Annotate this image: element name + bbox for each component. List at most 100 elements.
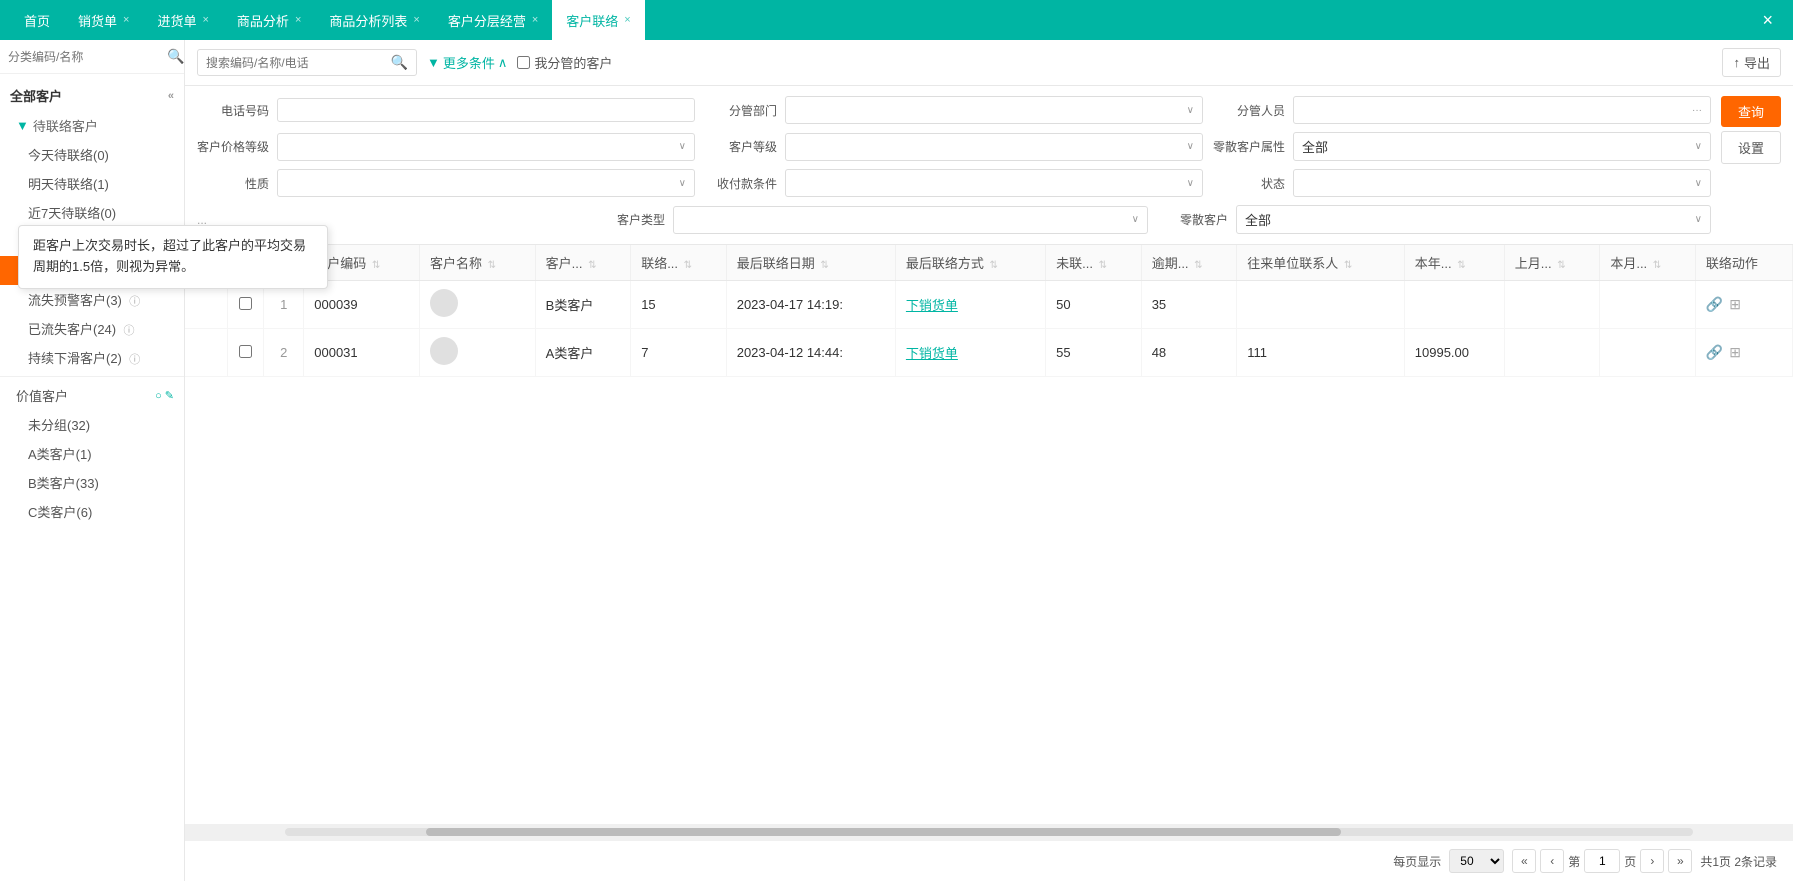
status-select[interactable]: ∨ <box>1293 169 1711 197</box>
zero-attr-select[interactable]: 全部∨ <box>1293 132 1711 161</box>
last-month-column-header[interactable]: 上月... ⇅ <box>1504 245 1600 281</box>
type-sort-icon: ⇅ <box>588 260 596 271</box>
table-row: 1 000039 B类客户 15 2023-04-17 14:19: 下销货单 <box>185 281 1793 329</box>
row1-grid-icon[interactable]: ⊞ <box>1729 296 1741 313</box>
dept-select[interactable]: ∨ <box>785 96 1203 124</box>
row2-link-icon[interactable]: 🔗 <box>1706 344 1723 361</box>
name-column-header[interactable]: 客户名称 ⇅ <box>419 245 535 281</box>
sidebar-item-7days[interactable]: 近7天待联络(0) <box>0 198 184 227</box>
last-contact-date-column-header[interactable]: 最后联络日期 ⇅ <box>726 245 895 281</box>
next-page-button[interactable]: › <box>1640 849 1664 873</box>
nav-product-analysis[interactable]: 商品分析 × <box>223 0 315 40</box>
row2-type: A类客户 <box>535 329 631 377</box>
close-customer-segment-icon[interactable]: × <box>532 14 538 26</box>
sidebar-item-ungroup[interactable]: 未分组(32) <box>0 410 184 439</box>
row1-method-link[interactable]: 下销货单 <box>906 298 958 313</box>
main-search-icon[interactable]: 🔍 <box>391 54 408 71</box>
sidebar-item-b-class[interactable]: B类客户(33) <box>0 468 184 497</box>
nav-customer-contact[interactable]: 客户联络 × <box>552 0 644 40</box>
row1-contact: 15 <box>631 281 727 329</box>
query-button[interactable]: 查询 <box>1721 96 1781 127</box>
row2-contact: 7 <box>631 329 727 377</box>
page-navigation: « ‹ 第 页 › » <box>1512 849 1692 873</box>
row2-num: 2 <box>264 329 304 377</box>
prev-page-button[interactable]: ‹ <box>1540 849 1564 873</box>
not-contact-sort-icon: ⇅ <box>1099 260 1107 271</box>
nav-product-list[interactable]: 商品分析列表 × <box>315 0 433 40</box>
last-date-sort-icon: ⇅ <box>820 260 828 271</box>
row2-method-link[interactable]: 下销货单 <box>906 346 958 361</box>
price-level-select[interactable]: ∨ <box>277 133 695 161</box>
app-close-button[interactable]: × <box>1752 10 1783 31</box>
close-customer-contact-icon[interactable]: × <box>624 14 630 26</box>
search-bar: 🔍 <box>197 49 417 76</box>
info-icon-declining: ⓘ <box>129 354 140 366</box>
close-product-analysis-icon[interactable]: × <box>295 14 301 26</box>
row2-last-method: 下销货单 <box>895 329 1045 377</box>
horizontal-scrollbar[interactable] <box>285 828 1693 836</box>
all-customers-header[interactable]: 全部客户 « <box>0 80 184 111</box>
not-contact-column-header[interactable]: 未联... ⇅ <box>1046 245 1142 281</box>
unit-contact-column-header[interactable]: 往来单位联系人 ⇅ <box>1237 245 1405 281</box>
manager-select[interactable]: ··· <box>1293 96 1711 124</box>
this-year-column-header[interactable]: 本年... ⇅ <box>1404 245 1504 281</box>
more-conditions-btn[interactable]: ▼ 更多条件 ∧ <box>427 53 507 72</box>
row2-grid-icon[interactable]: ⊞ <box>1729 344 1741 361</box>
phone-input[interactable] <box>277 98 695 122</box>
nav-home[interactable]: 首页 <box>10 0 64 40</box>
sidebar-search-bar: 🔍 <box>0 40 184 74</box>
sidebar-item-a-class[interactable]: A类客户(1) <box>0 439 184 468</box>
close-sales-icon[interactable]: × <box>123 14 129 26</box>
row2-name <box>419 329 535 377</box>
row1-select-checkbox[interactable] <box>239 297 252 310</box>
first-page-button[interactable]: « <box>1512 849 1536 873</box>
name-sort-icon: ⇅ <box>488 260 496 271</box>
pending-contact-group[interactable]: ▼ 待联络客户 <box>0 111 184 140</box>
row1-name <box>419 281 535 329</box>
scrollbar-thumb[interactable] <box>426 828 1341 836</box>
close-product-list-icon[interactable]: × <box>413 14 419 26</box>
customer-level-select[interactable]: ∨ <box>785 133 1203 161</box>
type-column-header[interactable]: 客户... ⇅ <box>535 245 631 281</box>
nav-sales[interactable]: 销货单 × <box>64 0 143 40</box>
pay-terms-select[interactable]: ∨ <box>785 169 1203 197</box>
sidebar-item-tomorrow[interactable]: 明天待联络(1) <box>0 169 184 198</box>
sidebar-item-c-class[interactable]: C类客户(6) <box>0 497 184 526</box>
overdue-column-header[interactable]: 逾期... ⇅ <box>1141 245 1237 281</box>
contact-column-header[interactable]: 联络... ⇅ <box>631 245 727 281</box>
value-customer-group[interactable]: 价值客户 ○ ✎ <box>0 381 184 410</box>
last-contact-method-column-header[interactable]: 最后联络方式 ⇅ <box>895 245 1045 281</box>
sidebar-search-input[interactable] <box>8 50 163 64</box>
sidebar-item-churn-warning[interactable]: 流失预警客户(3) ⓘ <box>0 285 184 314</box>
zero-customer-select[interactable]: 全部∨ <box>1236 205 1711 234</box>
row2-overdue: 48 <box>1141 329 1237 377</box>
close-purchase-icon[interactable]: × <box>202 14 208 26</box>
export-button[interactable]: ↑ 导出 <box>1722 48 1781 77</box>
nav-purchase[interactable]: 进货单 × <box>143 0 222 40</box>
phone-label: 电话号码 <box>197 102 277 119</box>
page-size-select[interactable]: 50 100 200 <box>1449 849 1504 873</box>
sidebar-item-declining[interactable]: 持续下滑客户(2) ⓘ <box>0 343 184 372</box>
row2-avatar <box>430 337 458 365</box>
sidebar-item-today[interactable]: 今天待联络(0) <box>0 140 184 169</box>
filter-bar: 🔍 ▼ 更多条件 ∧ 我分管的客户 ↑ 导出 <box>185 40 1793 86</box>
filter-action-buttons: 查询 设置 <box>1721 96 1781 164</box>
page-number-input[interactable] <box>1584 849 1620 873</box>
my-customer-checkbox[interactable] <box>517 56 530 69</box>
settings-button[interactable]: 设置 <box>1721 131 1781 164</box>
customer-type-select[interactable]: ∨ <box>673 206 1148 234</box>
sidebar-search-icon[interactable]: 🔍 <box>167 48 184 65</box>
row2-select-checkbox[interactable] <box>239 345 252 358</box>
nav-customer-segment[interactable]: 客户分层经营 × <box>434 0 552 40</box>
gender-select[interactable]: ∨ <box>277 169 695 197</box>
last-page-button[interactable]: » <box>1668 849 1692 873</box>
main-search-input[interactable] <box>206 56 391 70</box>
row1-this-month <box>1600 281 1696 329</box>
sidebar-item-churned[interactable]: 已流失客户(24) ⓘ <box>0 314 184 343</box>
contact-sort-icon: ⇅ <box>684 260 692 271</box>
edit-icon[interactable]: ○ ✎ <box>155 389 174 402</box>
row1-link-icon[interactable]: 🔗 <box>1706 296 1723 313</box>
table-container[interactable]: ⚙ 客户编码 ⇅ 客户名称 ⇅ <box>185 245 1793 824</box>
row1-type: B类客户 <box>535 281 631 329</box>
this-month-column-header[interactable]: 本月... ⇅ <box>1600 245 1696 281</box>
